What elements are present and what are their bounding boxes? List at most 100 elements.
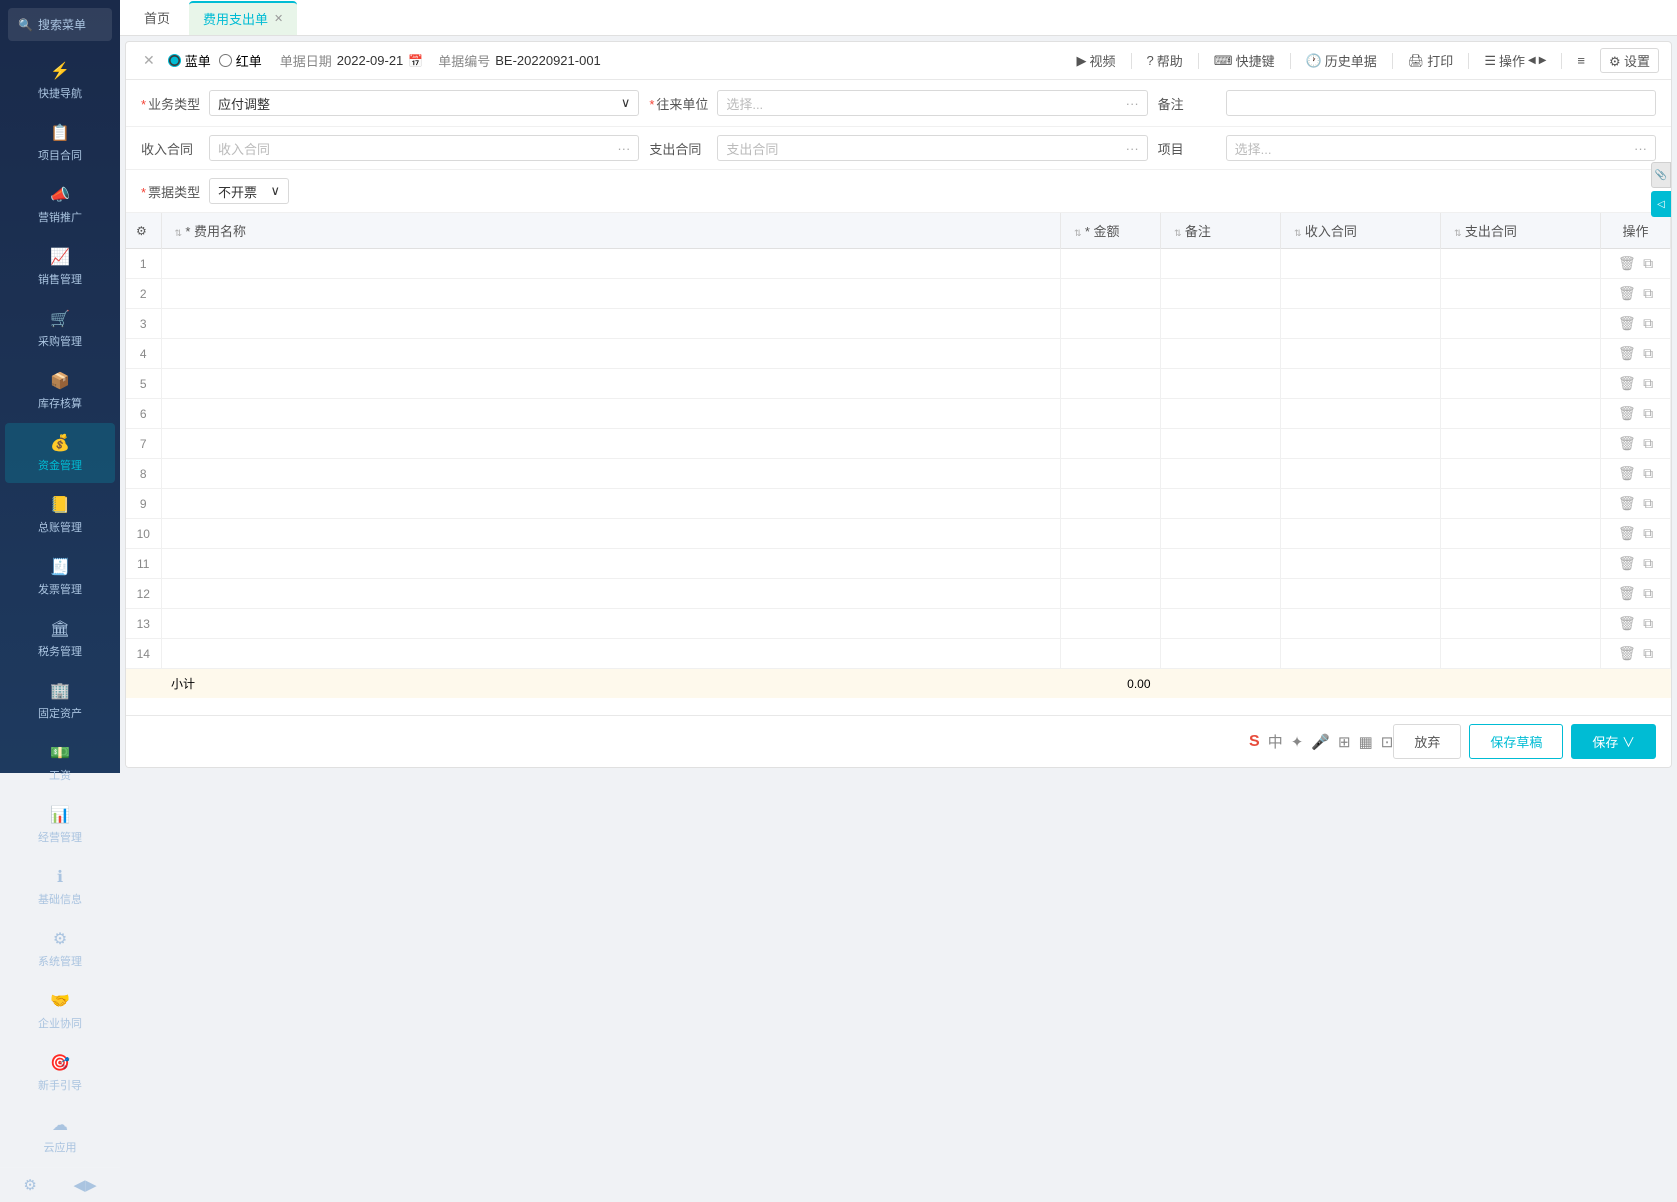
cell-income-contract[interactable] [1281,339,1441,369]
sidebar-item-operations-mgmt[interactable]: 📊 经营管理 [5,795,115,855]
sidebar-item-new-guide[interactable]: 🎯 新手引导 [5,1043,115,1103]
cell-expense-contract[interactable] [1441,519,1601,549]
cell-income-contract[interactable] [1281,609,1441,639]
sidebar-item-cloud-app[interactable]: ☁ 云应用 [5,1105,115,1165]
col-settings[interactable]: ⚙ [126,213,161,249]
sidebar-item-project-contract[interactable]: 📋 项目合同 [5,113,115,173]
cell-remark[interactable] [1161,279,1281,309]
cell-income-contract[interactable] [1281,519,1441,549]
cell-remark[interactable] [1161,519,1281,549]
cell-income-contract[interactable] [1281,369,1441,399]
cell-expense-contract[interactable] [1441,609,1601,639]
project-input[interactable]: 选择... ··· [1226,135,1656,161]
copy-icon[interactable]: ⧉ [1643,615,1653,631]
cell-amount[interactable] [1061,369,1161,399]
cell-remark[interactable] [1161,489,1281,519]
invoice-type-input[interactable]: 不开票 ∨ [209,178,289,204]
cell-expense-name[interactable] [161,309,1061,339]
layout-icon[interactable]: ⊡ [1381,733,1394,751]
copy-icon[interactable]: ⧉ [1643,285,1653,301]
cell-amount[interactable] [1061,339,1161,369]
cell-amount[interactable] [1061,249,1161,279]
delete-icon[interactable]: 🗑 [1618,345,1636,361]
partner-input[interactable]: 选择... ··· [717,90,1147,116]
cell-remark[interactable] [1161,399,1281,429]
save-draft-button[interactable]: 保存草稿 [1469,724,1563,759]
dot-icon[interactable]: ✦ [1291,733,1304,751]
cell-remark[interactable] [1161,639,1281,669]
history-btn[interactable]: 🕐 历史单据 [1301,49,1382,72]
discard-button[interactable]: 放弃 [1393,724,1461,759]
tab-expense-bill[interactable]: 费用支出单 ✕ [189,1,297,35]
list-view-btn[interactable]: ≡ [1572,51,1590,70]
delete-icon[interactable]: 🗑 [1618,615,1636,631]
cell-expense-contract[interactable] [1441,399,1601,429]
cell-expense-name[interactable] [161,519,1061,549]
delete-icon[interactable]: 🗑 [1618,285,1636,301]
operations-btn[interactable]: ☰ 操作 ◀ ▶ [1479,49,1551,72]
copy-icon[interactable]: ⧉ [1643,255,1653,271]
cell-income-contract[interactable] [1281,249,1441,279]
delete-icon[interactable]: 🗑 [1618,585,1636,601]
audio-icon[interactable]: ◀▶ [74,1176,97,1194]
sidebar-item-basic-info[interactable]: ℹ 基础信息 [5,857,115,917]
cell-expense-contract[interactable] [1441,279,1601,309]
cell-income-contract[interactable] [1281,309,1441,339]
cell-income-contract[interactable] [1281,549,1441,579]
expense-contract-input[interactable]: 支出合同 ··· [717,135,1147,161]
delete-icon[interactable]: 🗑 [1618,405,1636,421]
grid-icon[interactable]: ⊞ [1338,733,1351,751]
cell-remark[interactable] [1161,549,1281,579]
cell-amount[interactable] [1061,639,1161,669]
cell-expense-contract[interactable] [1441,369,1601,399]
cell-remark[interactable] [1161,459,1281,489]
sidebar-item-ledger-mgmt[interactable]: 📒 总账管理 [5,485,115,545]
cell-expense-name[interactable] [161,399,1061,429]
cell-expense-name[interactable] [161,639,1061,669]
tab-close-icon[interactable]: ✕ [274,12,283,25]
delete-icon[interactable]: 🗑 [1618,315,1636,331]
copy-icon[interactable]: ⧉ [1643,585,1653,601]
cell-expense-contract[interactable] [1441,459,1601,489]
cell-expense-name[interactable] [161,459,1061,489]
delete-icon[interactable]: 🗑 [1618,495,1636,511]
copy-icon[interactable]: ⧉ [1643,405,1653,421]
delete-icon[interactable]: 🗑 [1618,525,1636,541]
cell-amount[interactable] [1061,519,1161,549]
cell-income-contract[interactable] [1281,399,1441,429]
copy-icon[interactable]: ⧉ [1643,435,1653,451]
chinese-icon[interactable]: 中 [1268,731,1283,752]
settings-btn[interactable]: ⚙ 设置 [1600,48,1659,73]
sidebar-item-inventory[interactable]: 📦 库存核算 [5,361,115,421]
cell-expense-name[interactable] [161,579,1061,609]
cell-income-contract[interactable] [1281,639,1441,669]
cell-expense-name[interactable] [161,609,1061,639]
delete-icon[interactable]: 🗑 [1618,555,1636,571]
copy-icon[interactable]: ⧉ [1643,495,1653,511]
sidebar-item-marketing[interactable]: 📣 营销推广 [5,175,115,235]
cell-expense-contract[interactable] [1441,309,1601,339]
cell-remark[interactable] [1161,249,1281,279]
cell-amount[interactable] [1061,549,1161,579]
cell-amount[interactable] [1061,609,1161,639]
cell-expense-name[interactable] [161,549,1061,579]
remark-input[interactable] [1226,90,1656,116]
sidebar-item-payroll[interactable]: 💵 工资 [5,733,115,793]
cell-remark[interactable] [1161,609,1281,639]
shortcut-btn[interactable]: ⌨ 快捷键 [1209,49,1280,72]
copy-icon[interactable]: ⧉ [1643,555,1653,571]
sidebar-item-purchase-mgmt[interactable]: 🛒 采购管理 [5,299,115,359]
cell-expense-name[interactable] [161,339,1061,369]
cell-amount[interactable] [1061,579,1161,609]
cell-expense-contract[interactable] [1441,339,1601,369]
cell-remark[interactable] [1161,339,1281,369]
cell-expense-contract[interactable] [1441,579,1601,609]
mic-icon[interactable]: 🎤 [1311,733,1330,751]
copy-icon[interactable]: ⧉ [1643,525,1653,541]
cell-expense-name[interactable] [161,369,1061,399]
side-panel-icon2[interactable]: ◁ [1651,191,1671,217]
cell-expense-contract[interactable] [1441,639,1601,669]
business-type-input[interactable]: 应付调整 ∨ [209,90,639,116]
cell-remark[interactable] [1161,579,1281,609]
cell-expense-name[interactable] [161,489,1061,519]
